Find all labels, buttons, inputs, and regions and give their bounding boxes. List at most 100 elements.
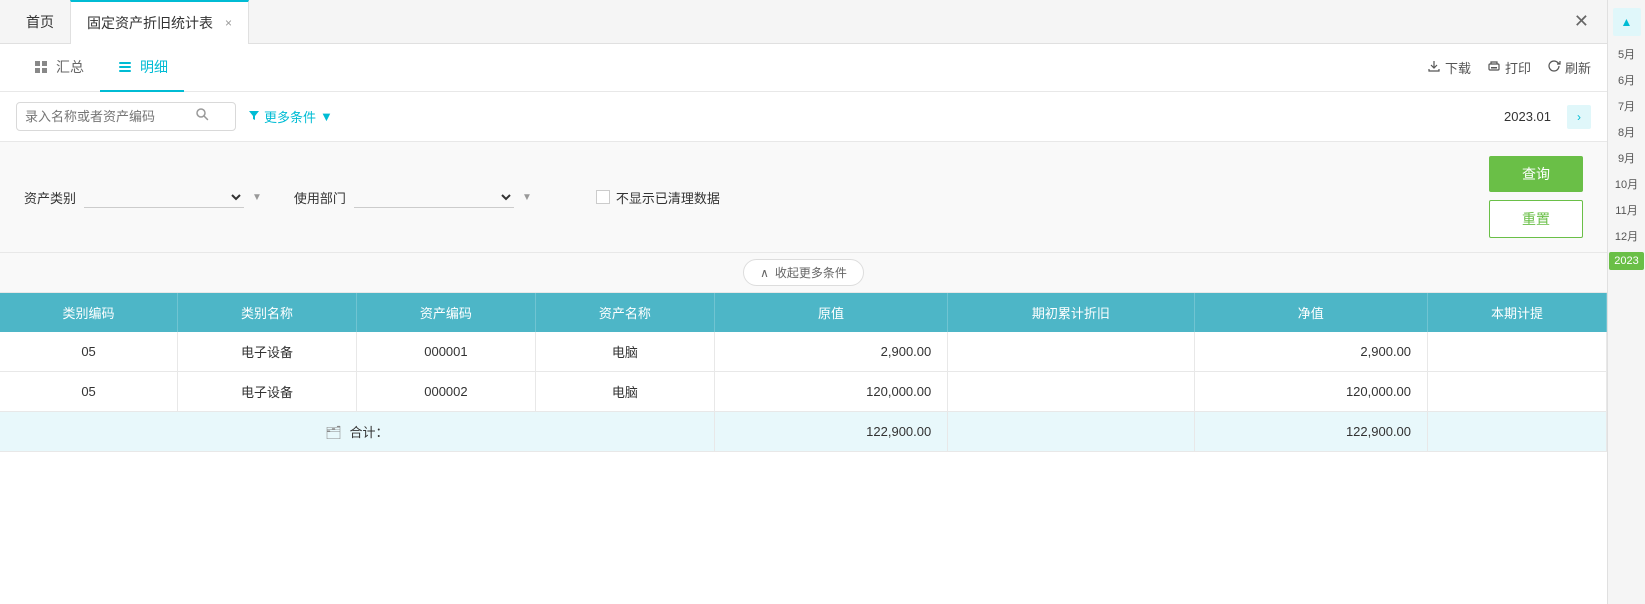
asset-category-filter: 资产类别 ▼	[24, 186, 262, 208]
total-net-value: 122,900.00	[1194, 412, 1427, 452]
asset-category-select[interactable]	[84, 186, 244, 208]
detail-icon	[116, 58, 134, 76]
toolbar: 汇总 明细 下载	[0, 44, 1607, 92]
col-category-name: 类别名称	[178, 293, 357, 332]
tab-home[interactable]: 首页	[10, 0, 70, 44]
refresh-button[interactable]: 刷新	[1547, 58, 1591, 77]
search-wrap	[16, 102, 236, 131]
filter-icon	[248, 109, 260, 124]
row2-current-depreciation	[1428, 372, 1607, 412]
active-tab-label: 固定资产折旧统计表	[87, 13, 213, 33]
window-close-button[interactable]: ✕	[1566, 7, 1597, 36]
row1-asset-code: 000001	[356, 332, 535, 372]
tab-detail-label: 明细	[140, 57, 168, 77]
row1-asset-name: 电脑	[535, 332, 714, 372]
sidebar-month-7[interactable]: 7月	[1616, 94, 1637, 118]
row2-asset-code: 000002	[356, 372, 535, 412]
sidebar-month-8[interactable]: 8月	[1616, 120, 1637, 144]
scroll-right-button[interactable]: ›	[1567, 105, 1591, 129]
print-icon	[1487, 59, 1501, 76]
print-button[interactable]: 打印	[1487, 58, 1531, 77]
col-asset-code: 资产编码	[356, 293, 535, 332]
department-arrow: ▼	[522, 192, 532, 203]
sidebar-month-9[interactable]: 9月	[1616, 146, 1637, 170]
col-asset-name: 资产名称	[535, 293, 714, 332]
department-label: 使用部门	[294, 188, 346, 207]
row2-accumulated-depreciation	[948, 372, 1194, 412]
row2-net-value: 120,000.00	[1194, 372, 1427, 412]
summary-icon	[32, 58, 50, 76]
total-label-cell: 🗂 合计：	[0, 412, 714, 452]
tab-detail[interactable]: 明细	[100, 44, 184, 92]
col-accumulated-depreciation: 期初累计折旧	[948, 293, 1194, 332]
date-display: 2023.01	[1504, 109, 1551, 124]
total-current-depreciation	[1428, 412, 1607, 452]
collapse-bar: ∧ 收起更多条件	[0, 253, 1607, 293]
tab-close-button[interactable]: ×	[225, 16, 232, 30]
more-filter-label: 更多条件	[264, 107, 316, 126]
row2-category-name: 电子设备	[178, 372, 357, 412]
sidebar-scroll-up[interactable]: ▲	[1613, 8, 1641, 36]
col-net-value: 净值	[1194, 293, 1427, 332]
sidebar-month-10[interactable]: 10月	[1613, 172, 1640, 196]
query-button[interactable]: 查询	[1489, 156, 1583, 192]
sidebar-month-12[interactable]: 12月	[1613, 224, 1640, 248]
col-category-code: 类别编码	[0, 293, 178, 332]
total-row: 🗂 合计： 122,900.00 122,900.00	[0, 412, 1607, 452]
data-table: 类别编码 类别名称 资产编码 资产名称 原值 期初累计折旧 净值 本期计提 05…	[0, 293, 1607, 452]
tab-bar: 首页 固定资产折旧统计表 × ✕	[0, 0, 1607, 44]
department-filter: 使用部门 ▼	[294, 186, 532, 208]
collapse-label: 收起更多条件	[775, 264, 847, 281]
download-label: 下载	[1445, 58, 1471, 77]
row2-asset-name: 电脑	[535, 372, 714, 412]
hide-cleared-checkbox[interactable]	[596, 190, 610, 204]
hide-cleared-label: 不显示已清理数据	[616, 188, 720, 207]
more-filter-button[interactable]: 更多条件 ▼	[248, 107, 333, 126]
filter-row-1: 资产类别 ▼ 使用部门 ▼ 不显示已清理数据 查询 重置	[24, 156, 1583, 238]
sidebar-month-5[interactable]: 5月	[1616, 42, 1637, 66]
search-input[interactable]	[25, 109, 195, 124]
tab-active[interactable]: 固定资产折旧统计表 ×	[70, 0, 249, 44]
more-filter-arrow: ▼	[320, 109, 333, 124]
download-button[interactable]: 下载	[1427, 58, 1471, 77]
scroll-up-icon: ▲	[1621, 15, 1633, 29]
table-header-row: 类别编码 类别名称 资产编码 资产名称 原值 期初累计折旧 净值 本期计提	[0, 293, 1607, 332]
search-icon[interactable]	[195, 107, 209, 126]
collapse-up-icon: ∧	[760, 266, 769, 280]
total-original-value: 122,900.00	[714, 412, 947, 452]
row1-category-name: 电子设备	[178, 332, 357, 372]
toolbar-actions: 下载 打印 刷新	[1427, 58, 1591, 77]
collapse-button[interactable]: ∧ 收起更多条件	[743, 259, 864, 286]
department-select[interactable]	[354, 186, 514, 208]
print-label: 打印	[1505, 58, 1531, 77]
row1-category-code: 05	[0, 332, 178, 372]
filter-actions: 查询 重置	[1489, 156, 1583, 238]
hide-cleared-filter: 不显示已清理数据	[596, 188, 720, 207]
col-current-depreciation: 本期计提	[1428, 293, 1607, 332]
right-sidebar: ▲ 5月 6月 7月 8月 9月 10月 11月 12月 2023	[1607, 0, 1645, 604]
sidebar-month-6[interactable]: 6月	[1616, 68, 1637, 92]
asset-category-label: 资产类别	[24, 188, 76, 207]
total-label: 合计：	[349, 425, 388, 440]
total-icon: 🗂	[325, 425, 342, 440]
row1-accumulated-depreciation	[948, 332, 1194, 372]
filter-bar: 更多条件 ▼ 2023.01 ›	[0, 92, 1607, 142]
year-badge[interactable]: 2023	[1609, 252, 1643, 270]
table-wrap: 类别编码 类别名称 资产编码 资产名称 原值 期初累计折旧 净值 本期计提 05…	[0, 293, 1607, 604]
tab-summary[interactable]: 汇总	[16, 44, 100, 92]
table-row: 05 电子设备 000002 电脑 120,000.00 120,000.00	[0, 372, 1607, 412]
col-original-value: 原值	[714, 293, 947, 332]
row2-original-value: 120,000.00	[714, 372, 947, 412]
download-icon	[1427, 59, 1441, 76]
row1-current-depreciation	[1428, 332, 1607, 372]
reset-button[interactable]: 重置	[1489, 200, 1583, 238]
refresh-label: 刷新	[1565, 58, 1591, 77]
tab-summary-label: 汇总	[56, 57, 84, 77]
advanced-filter: 资产类别 ▼ 使用部门 ▼ 不显示已清理数据 查询 重置	[0, 142, 1607, 253]
refresh-icon	[1547, 59, 1561, 76]
sidebar-month-11[interactable]: 11月	[1613, 198, 1639, 222]
row1-net-value: 2,900.00	[1194, 332, 1427, 372]
total-accumulated-depreciation	[948, 412, 1194, 452]
row2-category-code: 05	[0, 372, 178, 412]
row1-original-value: 2,900.00	[714, 332, 947, 372]
